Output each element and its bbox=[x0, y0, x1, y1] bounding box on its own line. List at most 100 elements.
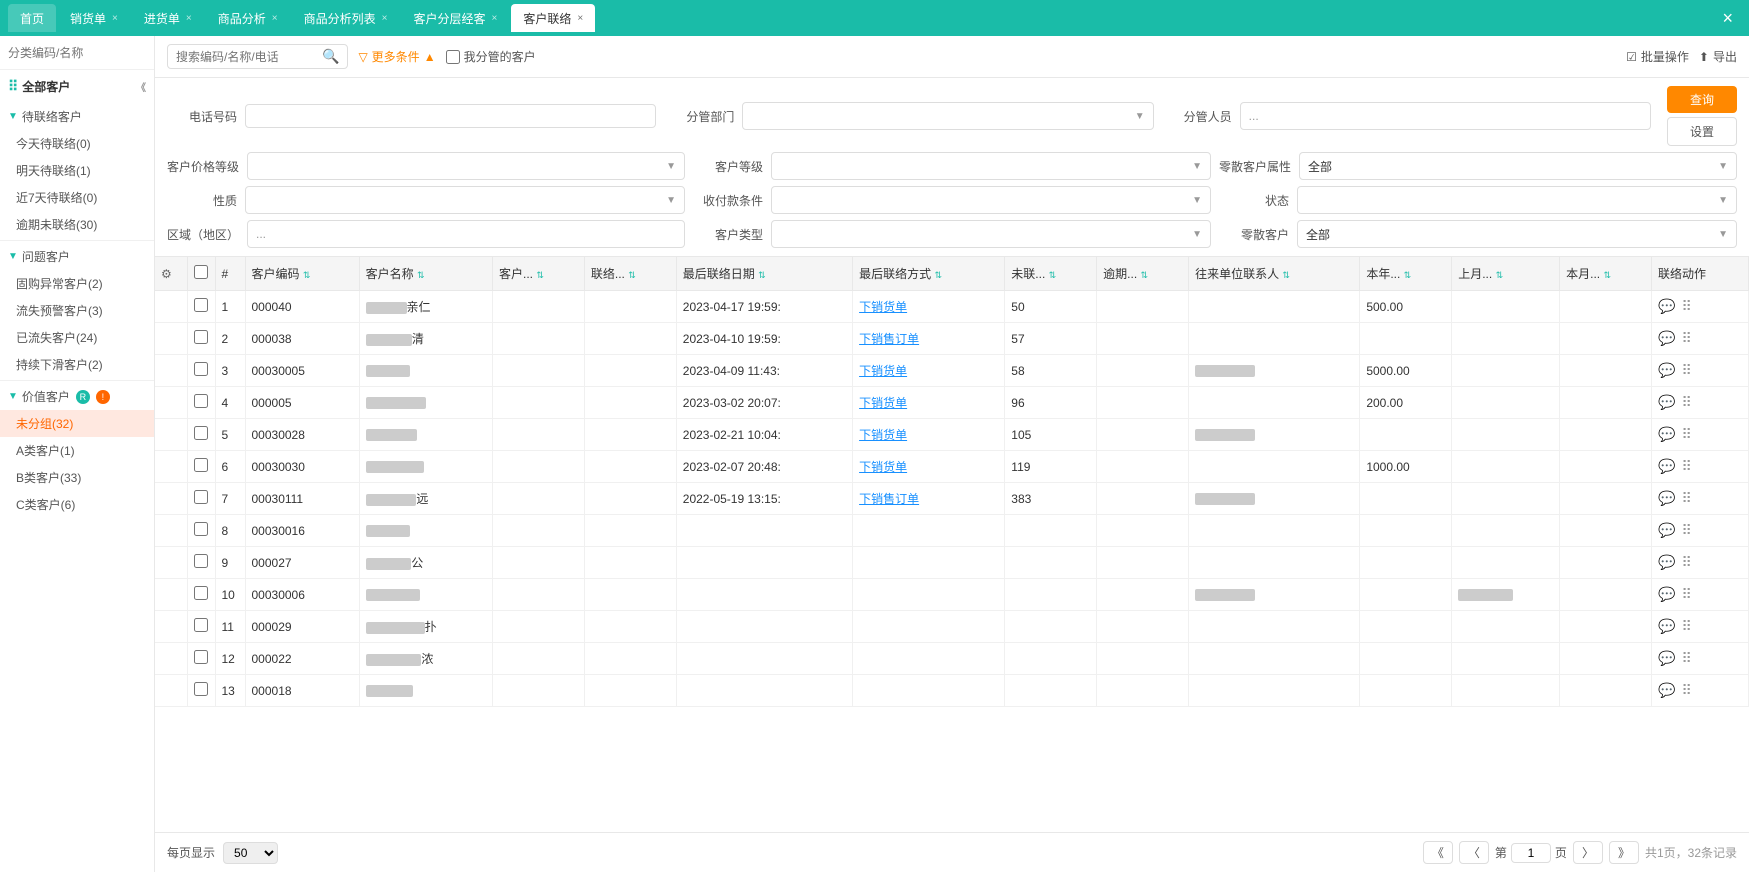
first-page-button[interactable]: 《 bbox=[1423, 841, 1453, 864]
sidebar-item-churned[interactable]: 已流失客户(24) bbox=[0, 324, 154, 351]
chat-icon[interactable]: 💬 bbox=[1658, 394, 1675, 411]
settings-icon[interactable]: ⚙ bbox=[161, 267, 172, 281]
more-actions-icon[interactable]: ⠿ bbox=[1681, 650, 1691, 667]
contact-method-link[interactable]: 下销货单 bbox=[859, 428, 907, 442]
th-this-month[interactable]: 本月... ⇅ bbox=[1560, 257, 1652, 291]
sidebar-item-overdue[interactable]: 逾期未联络(30) bbox=[0, 211, 154, 238]
row-checkbox-9[interactable] bbox=[194, 554, 208, 568]
more-actions-icon[interactable]: ⠿ bbox=[1681, 330, 1691, 347]
tab-customer-contact[interactable]: 客户联络 × bbox=[511, 4, 595, 32]
row-checkbox-3[interactable] bbox=[194, 362, 208, 376]
chat-icon[interactable]: 💬 bbox=[1658, 554, 1675, 571]
tab-sales[interactable]: 销货单 × bbox=[58, 4, 130, 32]
filter-status-select[interactable]: ▼ bbox=[1297, 186, 1737, 214]
sidebar-group-pending[interactable]: ▼ 待联络客户 bbox=[0, 103, 154, 130]
sidebar-item-week[interactable]: 近7天待联络(0) bbox=[0, 184, 154, 211]
row-checkbox-6[interactable] bbox=[194, 458, 208, 472]
sidebar-item-abnormal[interactable]: 固购异常客户(2) bbox=[0, 270, 154, 297]
row-checkbox-5[interactable] bbox=[194, 426, 208, 440]
more-actions-icon[interactable]: ⠿ bbox=[1681, 522, 1691, 539]
sidebar-item-class-c[interactable]: C类客户(6) bbox=[0, 491, 154, 518]
contact-method-link[interactable]: 下销货单 bbox=[859, 460, 907, 474]
select-all-checkbox[interactable] bbox=[194, 265, 208, 279]
query-button[interactable]: 查询 bbox=[1667, 86, 1737, 113]
sidebar-collapse-icon[interactable]: 《 bbox=[136, 79, 146, 94]
sidebar-group-value[interactable]: ▼ 价值客户 R ! bbox=[0, 383, 154, 410]
th-name[interactable]: 客户名称 ⇅ bbox=[359, 257, 492, 291]
more-actions-icon[interactable]: ⠿ bbox=[1681, 426, 1691, 443]
tab-product-analysis-list-close[interactable]: × bbox=[382, 13, 388, 24]
contact-method-link[interactable]: 下销货单 bbox=[859, 396, 907, 410]
batch-operation-button[interactable]: ☑ 批量操作 bbox=[1626, 48, 1689, 65]
nav-close-all[interactable]: × bbox=[1714, 8, 1741, 29]
th-overdue[interactable]: 逾期... ⇅ bbox=[1097, 257, 1189, 291]
row-checkbox-10[interactable] bbox=[194, 586, 208, 600]
filter-phone-input[interactable] bbox=[245, 104, 656, 128]
row-checkbox-7[interactable] bbox=[194, 490, 208, 504]
row-checkbox-4[interactable] bbox=[194, 394, 208, 408]
chat-icon[interactable]: 💬 bbox=[1658, 618, 1675, 635]
more-actions-icon[interactable]: ⠿ bbox=[1681, 362, 1691, 379]
sidebar-all-customers[interactable]: ⠿ 全部客户 《 bbox=[0, 70, 154, 103]
td-last-contact-method[interactable]: 下销售订单 bbox=[853, 483, 1005, 515]
row-checkbox-1[interactable] bbox=[194, 298, 208, 312]
sidebar-item-class-a[interactable]: A类客户(1) bbox=[0, 437, 154, 464]
td-last-contact-method[interactable]: 下销货单 bbox=[853, 387, 1005, 419]
more-actions-icon[interactable]: ⠿ bbox=[1681, 394, 1691, 411]
chat-icon[interactable]: 💬 bbox=[1658, 362, 1675, 379]
row-checkbox-12[interactable] bbox=[194, 650, 208, 664]
sidebar-item-ungrouped[interactable]: 未分组(32) bbox=[0, 410, 154, 437]
filter-dept-select[interactable]: ▼ bbox=[742, 102, 1153, 130]
row-checkbox-2[interactable] bbox=[194, 330, 208, 344]
more-actions-icon[interactable]: ⠿ bbox=[1681, 490, 1691, 507]
sidebar-item-declining[interactable]: 持续下滑客户(2) bbox=[0, 351, 154, 378]
filter-price-select[interactable]: ▼ bbox=[247, 152, 685, 180]
chat-icon[interactable]: 💬 bbox=[1658, 458, 1675, 475]
th-this-year[interactable]: 本年... ⇅ bbox=[1360, 257, 1452, 291]
td-last-contact-method[interactable]: 下销货单 bbox=[853, 451, 1005, 483]
th-no-contact-days[interactable]: 未联... ⇅ bbox=[1005, 257, 1097, 291]
filter-search-icon[interactable]: 🔍 bbox=[322, 48, 339, 65]
filter-retail-customer-select[interactable]: 全部 ▼ bbox=[1297, 220, 1737, 248]
more-actions-icon[interactable]: ⠿ bbox=[1681, 298, 1691, 315]
page-number-input[interactable] bbox=[1511, 843, 1551, 863]
td-last-contact-method[interactable]: 下销货单 bbox=[853, 355, 1005, 387]
more-actions-icon[interactable]: ⠿ bbox=[1681, 458, 1691, 475]
chat-icon[interactable]: 💬 bbox=[1658, 490, 1675, 507]
chat-icon[interactable]: 💬 bbox=[1658, 682, 1675, 699]
last-page-button[interactable]: 》 bbox=[1609, 841, 1639, 864]
chat-icon[interactable]: 💬 bbox=[1658, 586, 1675, 603]
th-last-contact-date[interactable]: 最后联络日期 ⇅ bbox=[676, 257, 852, 291]
prev-page-button[interactable]: 〈 bbox=[1459, 841, 1489, 864]
sidebar-item-today[interactable]: 今天待联络(0) bbox=[0, 130, 154, 157]
tab-purchase[interactable]: 进货单 × bbox=[132, 4, 204, 32]
more-actions-icon[interactable]: ⠿ bbox=[1681, 554, 1691, 571]
chat-icon[interactable]: 💬 bbox=[1658, 522, 1675, 539]
th-last-contact-method[interactable]: 最后联络方式 ⇅ bbox=[853, 257, 1005, 291]
row-checkbox-8[interactable] bbox=[194, 522, 208, 536]
tab-sales-close[interactable]: × bbox=[112, 13, 118, 24]
filter-customer-level-select[interactable]: ▼ bbox=[771, 152, 1211, 180]
th-settings[interactable]: ⚙ bbox=[155, 257, 187, 291]
sidebar-item-class-b[interactable]: B类客户(33) bbox=[0, 464, 154, 491]
filter-nature-select[interactable]: ▼ bbox=[245, 186, 685, 214]
tab-customer-tier[interactable]: 客户分层经客 × bbox=[401, 4, 509, 32]
tab-home[interactable]: 首页 bbox=[8, 4, 56, 32]
filter-region-select[interactable]: ... bbox=[247, 220, 685, 248]
reset-button[interactable]: 设置 bbox=[1667, 117, 1737, 146]
contact-method-link[interactable]: 下销货单 bbox=[859, 300, 907, 314]
filter-my-customer-checkbox[interactable] bbox=[446, 50, 460, 64]
sidebar-group-problem[interactable]: ▼ 问题客户 bbox=[0, 243, 154, 270]
tab-product-analysis-list[interactable]: 商品分析列表 × bbox=[292, 4, 400, 32]
tab-purchase-close[interactable]: × bbox=[186, 13, 192, 24]
contact-method-link[interactable]: 下销售订单 bbox=[859, 332, 919, 346]
th-company-contact[interactable]: 往来单位联系人 ⇅ bbox=[1189, 257, 1360, 291]
tab-product-analysis[interactable]: 商品分析 × bbox=[206, 4, 290, 32]
tab-customer-contact-close[interactable]: × bbox=[577, 13, 583, 24]
chat-icon[interactable]: 💬 bbox=[1658, 330, 1675, 347]
sidebar-item-churn-warning[interactable]: 流失预警客户(3) bbox=[0, 297, 154, 324]
row-checkbox-13[interactable] bbox=[194, 682, 208, 696]
sidebar-search-input[interactable] bbox=[8, 46, 155, 60]
td-last-contact-method[interactable]: 下销售订单 bbox=[853, 323, 1005, 355]
filter-customer-type-select[interactable]: ▼ bbox=[771, 220, 1211, 248]
